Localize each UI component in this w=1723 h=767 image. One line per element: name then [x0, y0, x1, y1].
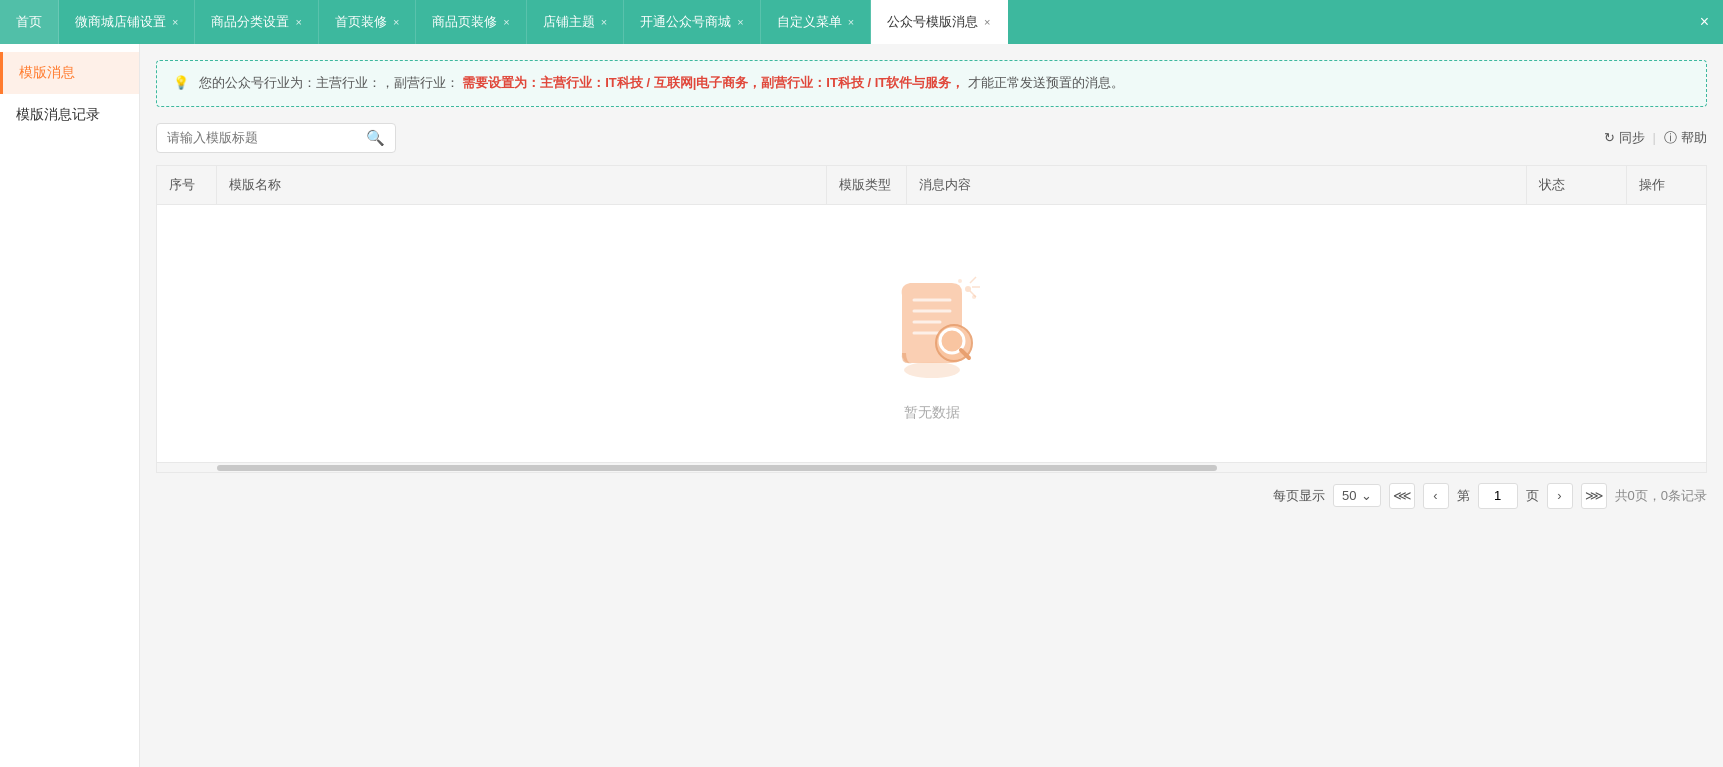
- sync-label: 同步: [1619, 129, 1645, 147]
- notice-icon: 💡: [173, 75, 189, 90]
- notice-prefix: 您的公众号行业为：主营行业：，副营行业：: [199, 75, 459, 90]
- table-header-name: 模版名称: [217, 165, 827, 204]
- sidebar-item-template-message-log[interactable]: 模版消息记录: [0, 94, 139, 136]
- table-header-status: 状态: [1527, 165, 1627, 204]
- current-page-input[interactable]: [1478, 483, 1518, 509]
- tab-open-mall[interactable]: 开通公众号商城×: [624, 0, 760, 44]
- data-table: 序号模版名称模版类型消息内容状态操作: [156, 165, 1707, 205]
- empty-text: 暂无数据: [157, 404, 1706, 422]
- page-size-label: 每页显示: [1273, 487, 1325, 505]
- toolbar-divider: |: [1653, 130, 1656, 145]
- main-layout: 模版消息模版消息记录 💡 您的公众号行业为：主营行业：，副营行业： 需要设置为：…: [0, 44, 1723, 767]
- sidebar: 模版消息模版消息记录: [0, 44, 140, 767]
- tab-bar: 首页微商城店铺设置×商品分类设置×首页装修×商品页装修×店铺主题×开通公众号商城…: [0, 0, 1723, 44]
- page-size-value: 50: [1342, 488, 1356, 503]
- sync-button[interactable]: ↻ 同步: [1604, 129, 1645, 147]
- content-area: 💡 您的公众号行业为：主营行业：，副营行业： 需要设置为：主营行业：IT科技 /…: [140, 44, 1723, 767]
- table-header-content: 消息内容: [907, 165, 1527, 204]
- notice-highlight: 需要设置为：主营行业：IT科技 / 互联网|电子商务，副营行业：IT科技 / I…: [462, 75, 964, 90]
- tab-close-custom-menu[interactable]: ×: [848, 16, 854, 28]
- page-label-suf: 页: [1526, 487, 1539, 505]
- next-page-button[interactable]: ›: [1547, 483, 1573, 509]
- svg-point-10: [958, 279, 962, 283]
- toolbar-right: ↻ 同步 | ⓘ 帮助: [1604, 129, 1707, 147]
- svg-point-0: [904, 362, 960, 378]
- page-label-pre: 第: [1457, 487, 1470, 505]
- scrollbar-thumb: [217, 465, 1217, 471]
- total-info: 共0页，0条记录: [1615, 487, 1707, 505]
- page-size-select[interactable]: 50 ⌄: [1333, 484, 1380, 507]
- tab-close-home-decoration[interactable]: ×: [393, 16, 399, 28]
- tab-shop-settings[interactable]: 微商城店铺设置×: [59, 0, 195, 44]
- sync-icon: ↻: [1604, 130, 1615, 145]
- chevron-down-icon: ⌄: [1361, 488, 1372, 503]
- scrollbar-row[interactable]: [156, 463, 1707, 473]
- search-icon[interactable]: 🔍: [366, 129, 385, 147]
- empty-state: 暂无数据: [156, 205, 1707, 463]
- tab-home[interactable]: 首页: [0, 0, 59, 44]
- empty-illustration: [872, 265, 992, 385]
- help-button[interactable]: ⓘ 帮助: [1664, 129, 1707, 147]
- tab-close-open-mall[interactable]: ×: [737, 16, 743, 28]
- search-input[interactable]: [167, 130, 366, 145]
- tab-close-product-decoration[interactable]: ×: [503, 16, 509, 28]
- tab-template-msg[interactable]: 公众号模版消息×: [871, 0, 1007, 44]
- notice-suffix: 才能正常发送预置的消息。: [968, 75, 1124, 90]
- tab-category-settings[interactable]: 商品分类设置×: [195, 0, 318, 44]
- tab-store-theme[interactable]: 店铺主题×: [527, 0, 624, 44]
- tab-close-category-settings[interactable]: ×: [295, 16, 301, 28]
- table-header-action: 操作: [1627, 165, 1707, 204]
- tab-close-shop-settings[interactable]: ×: [172, 16, 178, 28]
- pagination-row: 每页显示 50 ⌄ ⋘ ‹ 第 页 › ⋙ 共0页，0条记录: [156, 473, 1707, 509]
- tab-product-decoration[interactable]: 商品页装修×: [416, 0, 526, 44]
- notice-banner: 💡 您的公众号行业为：主营行业：，副营行业： 需要设置为：主营行业：IT科技 /…: [156, 60, 1707, 107]
- toolbar-row: 🔍 ↻ 同步 | ⓘ 帮助: [156, 123, 1707, 153]
- table-header-type: 模版类型: [827, 165, 907, 204]
- tab-custom-menu[interactable]: 自定义菜单×: [761, 0, 871, 44]
- first-page-button[interactable]: ⋘: [1389, 483, 1415, 509]
- svg-line-11: [970, 277, 976, 283]
- empty-icon-wrapper: [157, 265, 1706, 388]
- tab-close-store-theme[interactable]: ×: [601, 16, 607, 28]
- search-box: 🔍: [156, 123, 396, 153]
- help-label: 帮助: [1681, 129, 1707, 147]
- prev-page-button[interactable]: ‹: [1423, 483, 1449, 509]
- tab-home-decoration[interactable]: 首页装修×: [319, 0, 416, 44]
- close-all-tabs-button[interactable]: ×: [1686, 13, 1723, 31]
- last-page-button[interactable]: ⋙: [1581, 483, 1607, 509]
- table-header-index: 序号: [157, 165, 217, 204]
- sidebar-item-template-message[interactable]: 模版消息: [0, 52, 139, 94]
- tab-close-template-msg[interactable]: ×: [984, 16, 990, 28]
- help-icon: ⓘ: [1664, 129, 1677, 147]
